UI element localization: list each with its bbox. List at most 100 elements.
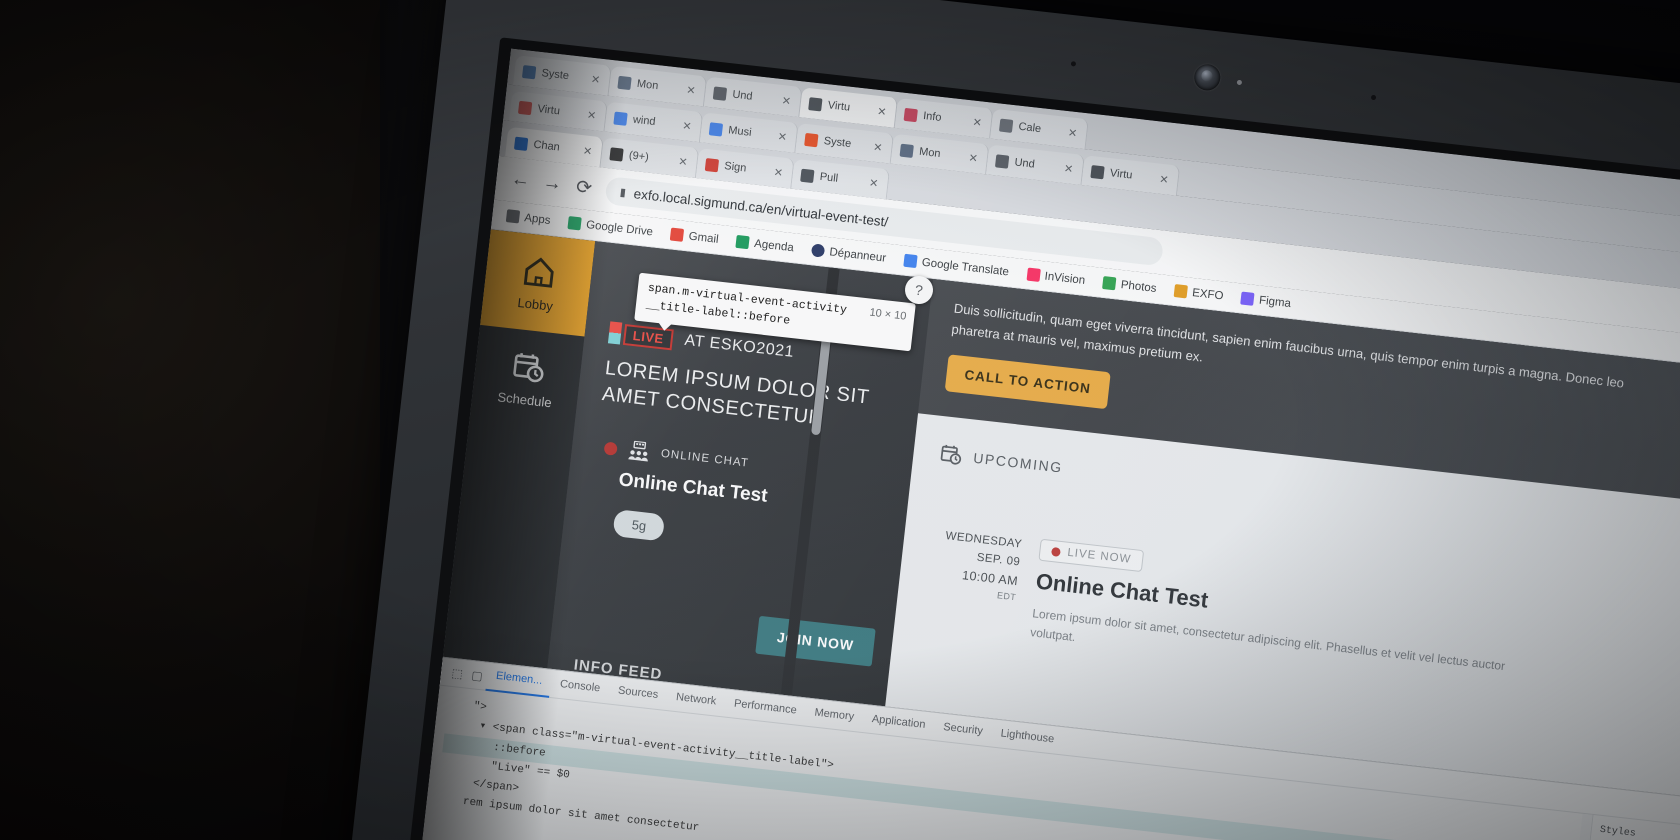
tab-favicon — [800, 168, 815, 183]
online-chat-icon — [628, 440, 648, 462]
tab-favicon — [517, 100, 533, 115]
tab-favicon — [521, 64, 537, 79]
tab-close-icon[interactable]: ✕ — [1063, 161, 1074, 175]
bookmark-label: Agenda — [753, 237, 795, 254]
tab-favicon — [903, 107, 918, 122]
device-toolbar-icon[interactable]: ▢ — [466, 665, 488, 685]
call-to-action-button[interactable]: CALL TO ACTION — [944, 354, 1111, 410]
tab-favicon — [712, 85, 728, 101]
event-body: LIVE NOW Online Chat Test Lorem ipsum do… — [1029, 538, 1680, 726]
bookmark-label: Figma — [1258, 294, 1292, 310]
tab-close-icon[interactable]: ✕ — [877, 104, 888, 118]
bookmark-exfo[interactable]: EXFO — [1173, 284, 1225, 302]
forward-icon[interactable]: → — [541, 172, 563, 196]
upcoming-event-row[interactable]: WEDNESDAY SEP. 09 10:00 AM EDT LIVE NOW — [920, 526, 1680, 725]
bookmark-invision[interactable]: InVision — [1026, 267, 1086, 286]
sidebar-item-schedule[interactable]: Schedule — [469, 325, 584, 432]
bookmark-photos[interactable]: Photos — [1102, 276, 1157, 295]
lock-icon: ▮ — [619, 186, 627, 199]
bookmark-agenda[interactable]: Agenda — [735, 234, 795, 254]
bookmark-label: InVision — [1043, 269, 1086, 287]
tab-close-icon[interactable]: ✕ — [686, 83, 697, 97]
activity-kicker: ONLINE CHAT — [660, 447, 750, 470]
bookmark-depanneur[interactable]: Dépanneur — [810, 243, 887, 265]
tab-close-icon[interactable]: ✕ — [678, 154, 689, 168]
inspector-dimensions: 10 × 10 — [868, 306, 907, 323]
bookmark-google-translate[interactable]: Google Translate — [903, 253, 1010, 279]
agenda-icon — [735, 234, 751, 250]
tab-close-icon[interactable]: ✕ — [1067, 126, 1078, 140]
calendar-clock-icon — [940, 444, 962, 465]
tab-title: Virtu — [536, 102, 561, 118]
bookmark-gmail[interactable]: Gmail — [670, 227, 720, 246]
invision-icon — [1026, 267, 1041, 282]
mic-dot-right — [1370, 94, 1377, 101]
tab-title: Sign — [723, 160, 747, 175]
tab-title: Info — [922, 109, 943, 124]
reload-icon[interactable]: ⟳ — [573, 175, 595, 200]
bookmark-label: Dépanneur — [828, 245, 887, 265]
sidebar-item-lobby[interactable]: Lobby — [480, 229, 596, 337]
tab-close-icon[interactable]: ✕ — [873, 140, 884, 154]
tab-close-icon[interactable]: ✕ — [682, 119, 693, 133]
tab-favicon — [804, 132, 819, 147]
tab-title: Mon — [918, 145, 942, 161]
tab-close-icon[interactable]: ✕ — [781, 94, 792, 108]
tab-close-icon[interactable]: ✕ — [972, 115, 983, 129]
tab-close-icon[interactable]: ✕ — [586, 108, 597, 122]
tab-close-icon[interactable]: ✕ — [773, 165, 784, 179]
tab-favicon — [613, 111, 628, 126]
tab-favicon — [1090, 164, 1105, 179]
laptop: Syste ✕ Mon ✕ Und ✕ Virtu ✕ Info ✕ Cale … — [345, 0, 1680, 840]
bookmark-figma[interactable]: Figma — [1240, 291, 1292, 310]
gmail-icon — [670, 227, 685, 242]
bookmark-google-drive[interactable]: Google Drive — [567, 216, 654, 238]
tab-favicon — [899, 143, 914, 158]
event-datetime: WEDNESDAY SEP. 09 10:00 AM EDT — [920, 526, 1023, 640]
live-now-label: LIVE NOW — [1066, 546, 1132, 566]
tab-close-icon[interactable]: ✕ — [582, 144, 593, 158]
styles-pane-header[interactable]: Styles — [1599, 822, 1680, 840]
upcoming-label: UPCOMING — [972, 449, 1064, 476]
calendar-clock-icon — [512, 352, 544, 382]
tab-close-icon[interactable]: ✕ — [1159, 172, 1170, 186]
tab-close-icon[interactable]: ✕ — [777, 129, 788, 143]
bookmark-label: Google Translate — [921, 256, 1010, 278]
join-now-button[interactable]: JOIN NOW — [755, 615, 876, 667]
tab-title: Syste — [823, 135, 852, 151]
tab-title: wind — [632, 113, 657, 129]
tab-title: Syste — [540, 67, 570, 83]
apps-grid-icon — [505, 209, 521, 224]
exfo-icon — [1173, 284, 1189, 299]
home-icon — [523, 257, 554, 288]
bookmark-label: Apps — [523, 211, 552, 227]
live-accent-bar — [607, 321, 623, 345]
bookmark-label: Gmail — [688, 230, 720, 246]
bookmark-label: Photos — [1120, 278, 1158, 295]
live-now-badge: LIVE NOW — [1038, 538, 1145, 573]
mic-dot-left — [1070, 61, 1077, 67]
drive-icon — [567, 216, 582, 231]
tab-title: Cale — [1017, 120, 1042, 136]
sidebar-item-label: Lobby — [516, 294, 554, 314]
tab-title: Pull — [819, 170, 839, 185]
figma-icon — [1240, 291, 1255, 306]
tab-close-icon[interactable]: ✕ — [968, 151, 979, 165]
back-icon[interactable]: ← — [509, 168, 531, 192]
photo-scene: Syste ✕ Mon ✕ Und ✕ Virtu ✕ Info ✕ Cale … — [0, 0, 1680, 840]
translate-icon — [903, 253, 918, 269]
tab-favicon — [999, 118, 1014, 133]
tab-favicon — [808, 96, 823, 112]
bookmark-label: EXFO — [1191, 286, 1225, 302]
tab-favicon — [617, 75, 632, 90]
tab-title: Virtu — [827, 99, 851, 114]
tab-favicon — [704, 157, 720, 172]
tab-favicon — [708, 121, 724, 137]
tab-close-icon[interactable]: ✕ — [869, 176, 880, 190]
tab-title: Chan — [532, 138, 561, 154]
activity-tag[interactable]: 5g — [612, 509, 666, 542]
inspect-element-icon[interactable]: ⬚ — [446, 663, 468, 683]
tab-close-icon[interactable]: ✕ — [590, 72, 601, 86]
bookmark-apps[interactable]: Apps — [505, 209, 552, 227]
tab-favicon — [513, 136, 529, 151]
